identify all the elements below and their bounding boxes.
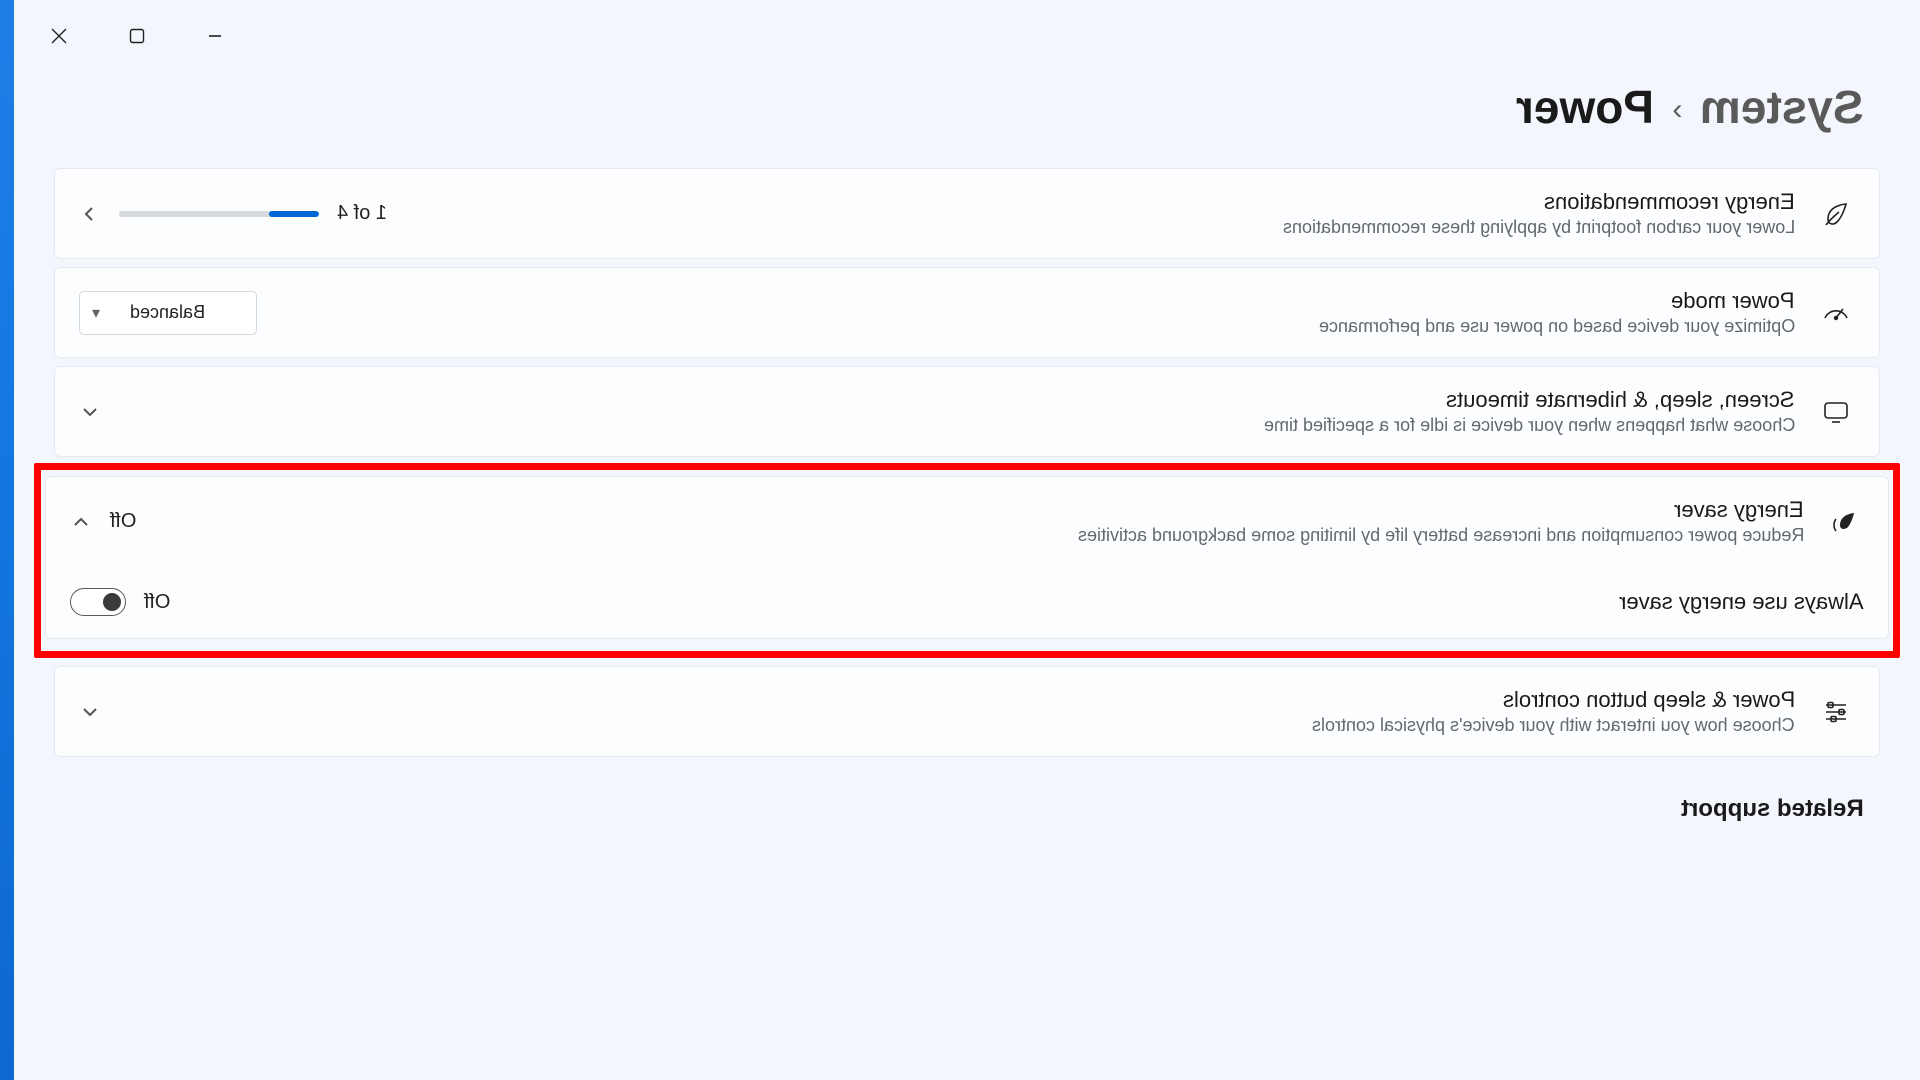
card-title: Energy recommendations bbox=[1544, 189, 1795, 215]
desktop-background-strip bbox=[0, 0, 14, 1080]
leaf-icon bbox=[1817, 199, 1855, 229]
card-desc: Choose what happens when your device is … bbox=[1264, 415, 1795, 436]
highlight-annotation: Off Energy saver Reduce power consumptio… bbox=[34, 463, 1900, 658]
breadcrumb-current: Power bbox=[1516, 80, 1654, 134]
progress-bar bbox=[119, 211, 319, 217]
window-titlebar bbox=[14, 6, 1920, 66]
content-area: Power ‹ System 1 of 4 Energy recommendat… bbox=[54, 70, 1880, 1080]
chevron-down-icon: ▾ bbox=[92, 303, 100, 323]
timeouts-card[interactable]: Screen, sleep, & hibernate timeouts Choo… bbox=[54, 366, 1880, 457]
related-support-heading: Related support bbox=[54, 795, 1880, 823]
always-energy-saver-toggle[interactable] bbox=[70, 588, 126, 616]
always-energy-saver-state: Off bbox=[144, 591, 170, 614]
card-title: Energy saver bbox=[1674, 497, 1804, 523]
energy-saver-state: Off bbox=[110, 510, 136, 533]
energy-progress: 1 of 4 bbox=[119, 202, 387, 225]
button-controls-card[interactable]: Power & sleep button controls Choose how… bbox=[54, 666, 1880, 757]
energy-saver-card[interactable]: Off Energy saver Reduce power consumptio… bbox=[45, 476, 1889, 566]
always-energy-saver-label: Always use energy saver bbox=[1619, 589, 1864, 615]
power-mode-value: Balanced bbox=[130, 302, 205, 323]
sliders-icon bbox=[1817, 697, 1855, 727]
energy-saver-icon bbox=[1826, 507, 1864, 537]
power-mode-dropdown[interactable]: ▾ Balanced bbox=[79, 291, 257, 335]
chevron-left-icon bbox=[79, 203, 101, 225]
card-desc: Choose how you interact with your device… bbox=[1312, 715, 1795, 736]
card-title: Screen, sleep, & hibernate timeouts bbox=[1446, 387, 1795, 413]
chevron-down-icon bbox=[79, 701, 101, 723]
power-mode-card[interactable]: ▾ Balanced Power mode Optimize your devi… bbox=[54, 267, 1880, 358]
breadcrumb-root[interactable]: System bbox=[1700, 80, 1864, 134]
card-desc: Reduce power consumption and increase ba… bbox=[1078, 525, 1804, 546]
settings-window: Power ‹ System 1 of 4 Energy recommendat… bbox=[14, 0, 1920, 1080]
display-icon bbox=[1817, 397, 1855, 427]
card-desc: Lower your carbon footprint by applying … bbox=[1283, 217, 1795, 238]
close-button[interactable] bbox=[36, 13, 82, 59]
card-desc: Optimize your device based on power use … bbox=[1319, 316, 1795, 337]
chevron-left-icon: ‹ bbox=[1672, 93, 1682, 127]
card-title: Power mode bbox=[1671, 288, 1795, 314]
minimize-button[interactable] bbox=[192, 13, 238, 59]
breadcrumb: Power ‹ System bbox=[54, 80, 1880, 134]
speedometer-icon bbox=[1817, 298, 1855, 328]
maximize-button[interactable] bbox=[114, 13, 160, 59]
card-title: Power & sleep button controls bbox=[1503, 687, 1795, 713]
progress-label: 1 of 4 bbox=[337, 202, 387, 225]
chevron-down-icon bbox=[79, 401, 101, 423]
energy-recommendations-card[interactable]: 1 of 4 Energy recommendations Lower your… bbox=[54, 168, 1880, 259]
progress-fill bbox=[269, 211, 319, 217]
toggle-knob bbox=[103, 593, 121, 611]
always-energy-saver-row: Off Always use energy saver bbox=[45, 566, 1889, 639]
chevron-up-icon bbox=[70, 511, 92, 533]
